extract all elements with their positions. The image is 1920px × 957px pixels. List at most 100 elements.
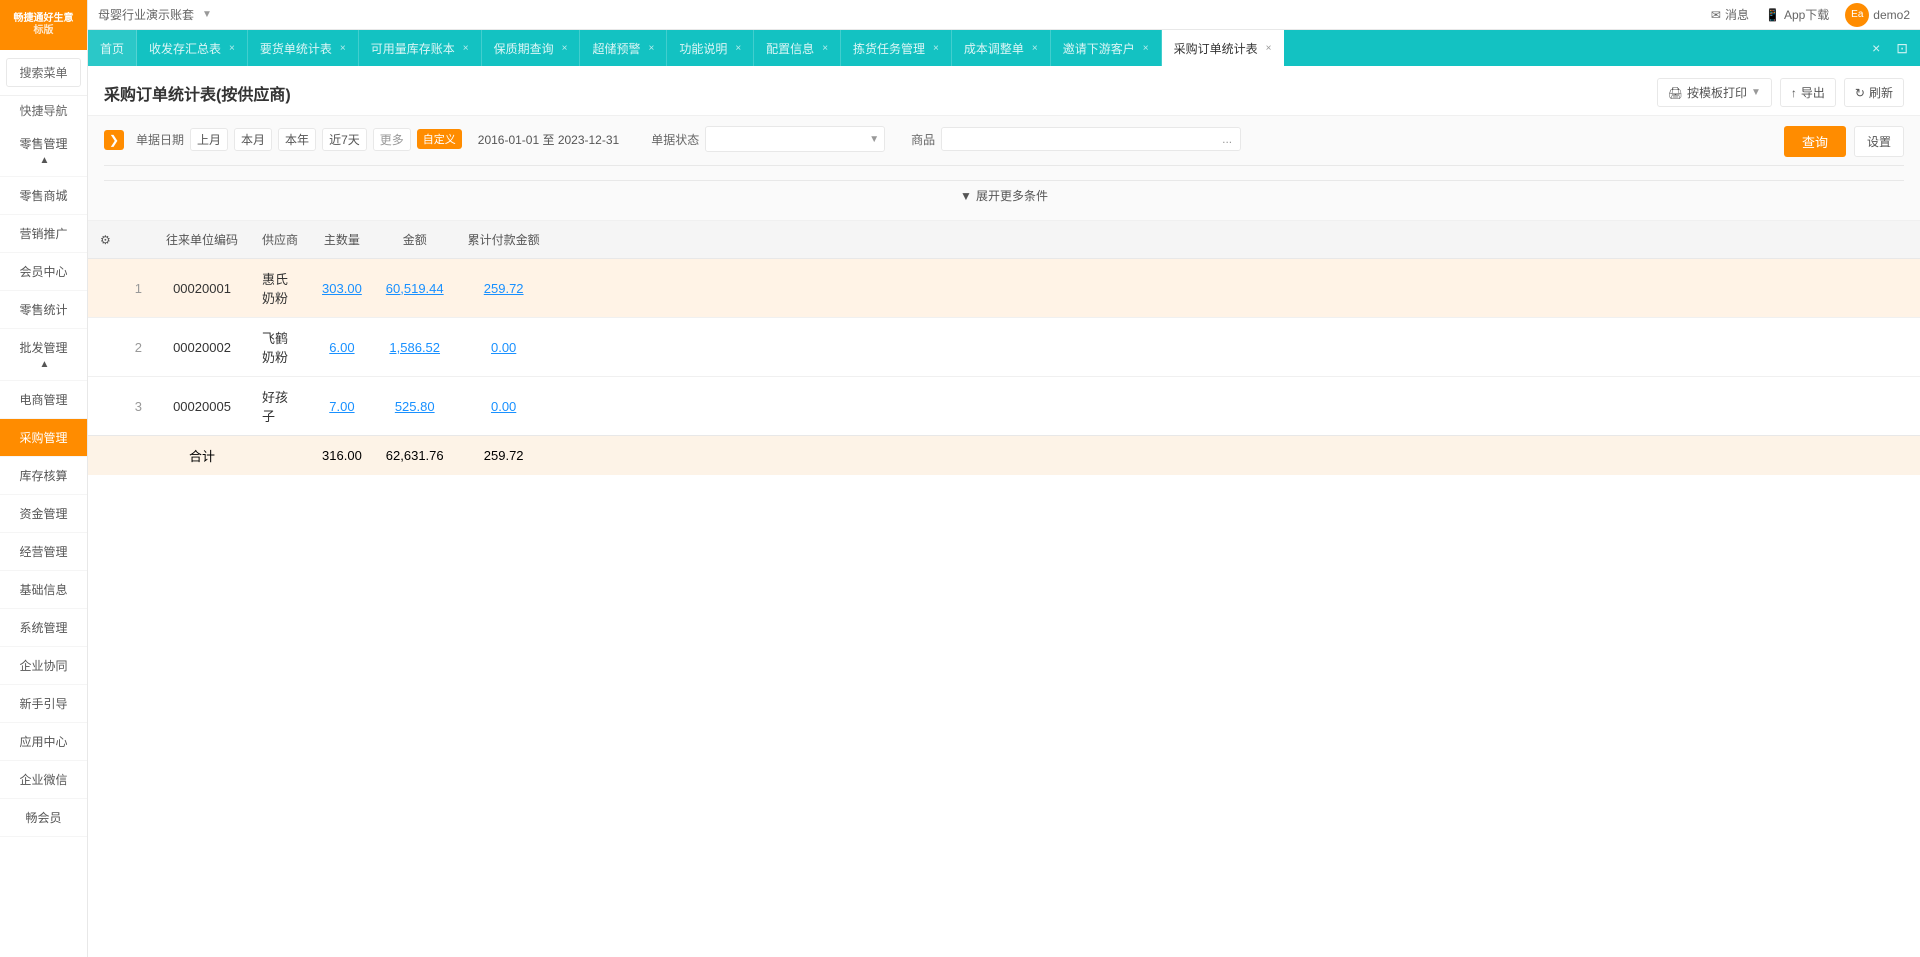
sidebar-item-finance[interactable]: 资金管理 bbox=[0, 495, 87, 533]
sidebar-item-app-center[interactable]: 应用中心 bbox=[0, 723, 87, 761]
refresh-button[interactable]: ↻ 刷新 bbox=[1844, 78, 1904, 107]
print-button[interactable]: 🖨 按模板打印 ▼ bbox=[1657, 78, 1772, 107]
tab-close-available-inventory[interactable]: × bbox=[463, 43, 469, 54]
gear-icon: ⚙ bbox=[100, 233, 111, 247]
date-shortcut-more[interactable]: 更多 bbox=[373, 128, 411, 151]
filter-expand-button[interactable]: ❯ bbox=[104, 130, 124, 150]
app-download-button[interactable]: 📱 App下载 bbox=[1765, 6, 1829, 23]
row-quantity[interactable]: 303.00 bbox=[310, 259, 374, 318]
search-menu-button[interactable]: 搜索菜单 bbox=[6, 58, 81, 87]
sidebar-item-label-wholesale: 批发管理 bbox=[19, 339, 67, 356]
sidebar-item-label-system: 系统管理 bbox=[19, 619, 67, 636]
sidebar-item-ecommerce[interactable]: 电商管理 bbox=[0, 381, 87, 419]
tab-close-function-desc[interactable]: × bbox=[735, 43, 741, 54]
sidebar-item-member[interactable]: 会员中心 bbox=[0, 253, 87, 291]
user-profile[interactable]: Ea demo2 bbox=[1845, 3, 1910, 27]
sidebar-item-vip[interactable]: 畅会员 bbox=[0, 799, 87, 837]
goods-label: 商品 bbox=[911, 131, 935, 148]
footer-settings bbox=[88, 436, 123, 476]
goods-input-wrap: ... bbox=[941, 127, 1241, 151]
footer-seq bbox=[123, 436, 154, 476]
tab-close-warranty-query[interactable]: × bbox=[562, 43, 568, 54]
status-select[interactable] bbox=[705, 126, 885, 152]
row-quantity[interactable]: 7.00 bbox=[310, 377, 374, 436]
date-shortcut-last-month[interactable]: 上月 bbox=[190, 128, 228, 151]
tab-config-info[interactable]: 配置信息× bbox=[754, 30, 841, 66]
tab-close-pick-task[interactable]: × bbox=[933, 43, 939, 54]
row-paid-amount[interactable]: 0.00 bbox=[456, 318, 552, 377]
tab-pick-task[interactable]: 拣货任务管理× bbox=[841, 30, 952, 66]
tab-receive-summary[interactable]: 收发存汇总表 × bbox=[137, 30, 248, 66]
tab-overstock-warning[interactable]: 超储预警× bbox=[580, 30, 667, 66]
sidebar-item-inventory[interactable]: 库存核算 bbox=[0, 457, 87, 495]
row-paid-amount[interactable]: 259.72 bbox=[456, 259, 552, 318]
tab-available-inventory[interactable]: 可用量库存账本 × bbox=[359, 30, 482, 66]
settings-button[interactable]: 设置 bbox=[1854, 126, 1904, 157]
page-header: 采购订单统计表(按供应商) 🖨 按模板打印 ▼ ↑ 导出 ↻ 刷新 bbox=[88, 66, 1920, 116]
sidebar-item-label-enterprise-wechat: 企业微信 bbox=[19, 771, 67, 788]
sidebar-item-retail-stats[interactable]: 零售统计 bbox=[0, 291, 87, 329]
page-content: 采购订单统计表(按供应商) 🖨 按模板打印 ▼ ↑ 导出 ↻ 刷新 bbox=[88, 66, 1920, 957]
col-settings: ⚙ bbox=[88, 221, 123, 259]
sidebar-item-system[interactable]: 系统管理 bbox=[0, 609, 87, 647]
app-download-label: App下载 bbox=[1784, 6, 1829, 23]
row-quantity[interactable]: 6.00 bbox=[310, 318, 374, 377]
refresh-icon: ↻ bbox=[1855, 86, 1865, 100]
tab-warranty-query[interactable]: 保质期查询× bbox=[482, 30, 581, 66]
sidebar-item-basic-info[interactable]: 基础信息 bbox=[0, 571, 87, 609]
tab-close-order-summary[interactable]: × bbox=[340, 43, 346, 54]
sidebar-item-enterprise-wechat[interactable]: 企业微信 bbox=[0, 761, 87, 799]
message-button[interactable]: ✉ 消息 bbox=[1711, 6, 1749, 23]
tab-function-desc[interactable]: 功能说明× bbox=[667, 30, 754, 66]
sidebar-item-retail[interactable]: 零售管理▲ bbox=[0, 125, 87, 177]
table-wrapper: ⚙ 往来单位编码 供应商 主数量 金额 累计付款金额 1 00020001 bbox=[88, 221, 1920, 475]
tab-close-cost-adjust[interactable]: × bbox=[1032, 43, 1038, 54]
sidebar-item-new-guide[interactable]: 新手引导 bbox=[0, 685, 87, 723]
table-row: 2 00020002 飞鹤奶粉 6.00 1,586.52 0.00 bbox=[88, 318, 1920, 377]
print-chevron-icon: ▼ bbox=[1751, 87, 1761, 98]
close-all-tabs-button[interactable]: × bbox=[1868, 38, 1884, 58]
row-amount[interactable]: 525.80 bbox=[374, 377, 456, 436]
tab-label-available-inventory: 可用量库存账本 bbox=[371, 40, 455, 57]
row-paid-amount[interactable]: 0.00 bbox=[456, 377, 552, 436]
sidebar-item-marketing[interactable]: 营销推广 bbox=[0, 215, 87, 253]
sidebar-item-enterprise[interactable]: 企业协同 bbox=[0, 647, 87, 685]
sidebar-item-wholesale[interactable]: 批发管理▲ bbox=[0, 329, 87, 381]
restore-tabs-button[interactable]: ⊡ bbox=[1892, 38, 1912, 59]
date-filter: 单据日期 上月 本月 本年 近7天 更多 自定义 bbox=[136, 128, 462, 151]
date-shortcut-this-year[interactable]: 本年 bbox=[278, 128, 316, 151]
row-seq: 2 bbox=[123, 318, 154, 377]
sidebar-item-operations[interactable]: 经营管理 bbox=[0, 533, 87, 571]
row-extra bbox=[552, 318, 1920, 377]
sidebar-item-label-new-guide: 新手引导 bbox=[19, 695, 67, 712]
goods-input[interactable] bbox=[950, 132, 1222, 146]
date-shortcut-this-month[interactable]: 本月 bbox=[234, 128, 272, 151]
expand-more-button[interactable]: ▼ 展开更多条件 bbox=[104, 180, 1904, 210]
page-title: 采购订单统计表(按供应商) bbox=[104, 81, 291, 105]
tab-label-cost-adjust: 成本调整单 bbox=[964, 40, 1024, 57]
status-select-wrap: ▼ bbox=[705, 126, 879, 152]
tab-home[interactable]: 首页 bbox=[88, 30, 137, 66]
tab-close-purchase-order-summary[interactable]: × bbox=[1266, 43, 1272, 54]
export-button[interactable]: ↑ 导出 bbox=[1780, 78, 1836, 107]
row-extra bbox=[552, 259, 1920, 318]
tab-close-invite-downstream[interactable]: × bbox=[1143, 43, 1149, 54]
query-button[interactable]: 查询 bbox=[1784, 126, 1846, 157]
tab-purchase-order-summary[interactable]: 采购订单统计表× bbox=[1162, 30, 1285, 66]
tab-close-overstock-warning[interactable]: × bbox=[648, 43, 654, 54]
tab-order-summary[interactable]: 要货单统计表× bbox=[248, 30, 359, 66]
tab-close-receive-summary[interactable]: × bbox=[229, 43, 235, 54]
tab-invite-downstream[interactable]: 邀请下游客户× bbox=[1051, 30, 1162, 66]
date-shortcut-7days[interactable]: 近7天 bbox=[322, 128, 367, 151]
sidebar-item-retail-shop[interactable]: 零售商城 bbox=[0, 177, 87, 215]
tab-cost-adjust[interactable]: 成本调整单 × bbox=[952, 30, 1051, 66]
row-amount[interactable]: 1,586.52 bbox=[374, 318, 456, 377]
tab-close-config-info[interactable]: × bbox=[822, 43, 828, 54]
table-row: 3 00020005 好孩子 7.00 525.80 0.00 bbox=[88, 377, 1920, 436]
sidebar-item-purchase[interactable]: 采购管理 bbox=[0, 419, 87, 457]
footer-label: 合计 bbox=[154, 436, 250, 476]
row-amount[interactable]: 60,519.44 bbox=[374, 259, 456, 318]
data-table: ⚙ 往来单位编码 供应商 主数量 金额 累计付款金额 1 00020001 bbox=[88, 221, 1920, 475]
tab-label-receive-summary: 收发存汇总表 bbox=[149, 40, 221, 57]
sidebar-item-label-operations: 经营管理 bbox=[19, 543, 67, 560]
